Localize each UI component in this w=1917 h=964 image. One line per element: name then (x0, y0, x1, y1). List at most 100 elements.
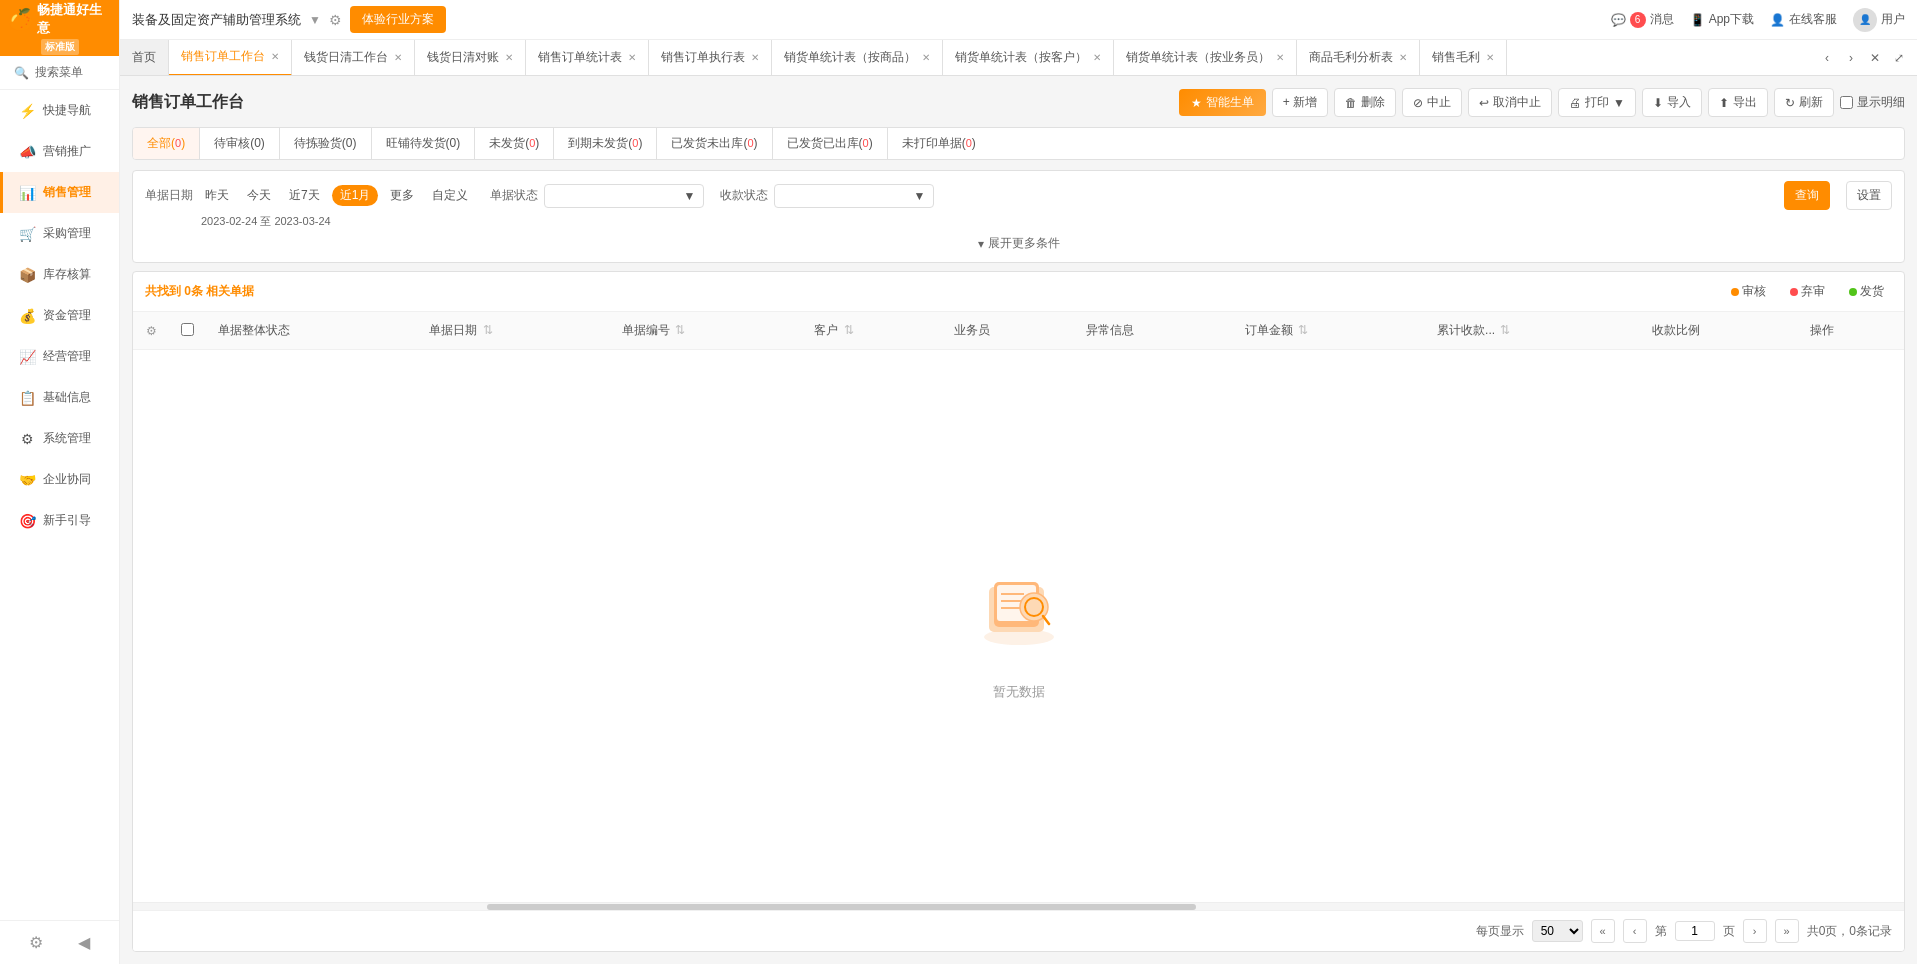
show-detail-checkbox[interactable] (1840, 96, 1853, 109)
col-employee[interactable]: 业务员 (942, 312, 1074, 350)
tab-cash-reconcile[interactable]: 钱货日清对账 ✕ (415, 40, 526, 76)
sidebar-item-system-mgmt[interactable]: ⚙ 系统管理 (0, 418, 119, 459)
sidebar-collapse-icon[interactable]: ◀ (78, 933, 90, 952)
sidebar-item-quick-nav[interactable]: ⚡ 快捷导航 (0, 90, 119, 131)
page-number-input[interactable]: 1 (1675, 921, 1715, 941)
tab-sales-order-exec[interactable]: 销售订单执行表 ✕ (649, 40, 772, 76)
tab-sales-profit[interactable]: 销售毛利 ✕ (1420, 40, 1507, 76)
tab-close-icon[interactable]: ✕ (1093, 52, 1101, 63)
print-button[interactable]: 🖨 打印 ▼ (1558, 88, 1636, 117)
export-button[interactable]: ⬆ 导出 (1708, 88, 1768, 117)
show-detail-toggle[interactable]: 显示明细 (1840, 94, 1905, 111)
tab-close-icon[interactable]: ✕ (1276, 52, 1284, 63)
sub-tab-shipped-not-out[interactable]: 已发货未出库(0) (657, 128, 772, 159)
scrollbar-thumb[interactable] (487, 904, 1195, 910)
sub-tab-not-printed[interactable]: 未打印单据(0) (888, 128, 990, 159)
system-dropdown-icon[interactable]: ▼ (309, 13, 321, 27)
date-btn-custom[interactable]: 自定义 (426, 185, 474, 206)
tab-close-all-button[interactable]: ✕ (1865, 48, 1885, 68)
query-button[interactable]: 查询 (1784, 181, 1830, 210)
tab-sales-order-exec-label: 销售订单执行表 (661, 49, 745, 66)
cancel-review-action[interactable]: 弃审 (1782, 280, 1833, 303)
stop-button[interactable]: ⊘ 中止 (1402, 88, 1462, 117)
tab-prev-button[interactable]: ‹ (1817, 48, 1837, 68)
date-btn-today[interactable]: 今天 (241, 185, 277, 206)
sidebar-item-newbie-guide[interactable]: 🎯 新手引导 (0, 500, 119, 541)
first-page-button[interactable]: « (1591, 919, 1615, 943)
cancel-stop-button[interactable]: ↩ 取消中止 (1468, 88, 1552, 117)
tab-sales-stat-employee[interactable]: 销货单统计表（按业务员） ✕ (1114, 40, 1297, 76)
app-download-button[interactable]: 📱 App下载 (1690, 11, 1754, 28)
sub-tab-shipped-out[interactable]: 已发货已出库(0) (773, 128, 888, 159)
online-service-button[interactable]: 👤 在线客服 (1770, 11, 1837, 28)
industry-solution-button[interactable]: 体验行业方案 (350, 6, 446, 33)
sidebar-item-inventory[interactable]: 📦 库存核算 (0, 254, 119, 295)
sidebar-item-enterprise-collab[interactable]: 🤝 企业协同 (0, 459, 119, 500)
tab-close-icon[interactable]: ✕ (628, 52, 636, 63)
horizontal-scrollbar[interactable] (133, 902, 1904, 910)
table-select-all[interactable] (169, 312, 206, 350)
per-page-select[interactable]: 50 100 200 (1532, 920, 1583, 942)
col-customer[interactable]: 客户 ⇅ (802, 312, 942, 350)
sidebar-item-operation-mgmt[interactable]: 📈 经营管理 (0, 336, 119, 377)
tab-maximize-button[interactable]: ⤢ (1889, 48, 1909, 68)
table-settings-icon[interactable]: ⚙ (133, 312, 169, 350)
sidebar-item-purchase-mgmt[interactable]: 🛒 采购管理 (0, 213, 119, 254)
date-btn-more[interactable]: 更多 (384, 185, 420, 206)
expand-filter-button[interactable]: ▾ 展开更多条件 (978, 235, 1060, 252)
col-collected[interactable]: 累计收款... ⇅ (1425, 312, 1639, 350)
prev-page-button[interactable]: ‹ (1623, 919, 1647, 943)
date-btn-yesterday[interactable]: 昨天 (199, 185, 235, 206)
settings-filter-button[interactable]: 设置 (1846, 181, 1892, 210)
tab-sales-order-stat[interactable]: 销售订单统计表 ✕ (526, 40, 649, 76)
next-page-button[interactable]: › (1743, 919, 1767, 943)
tab-close-icon[interactable]: ✕ (394, 52, 402, 63)
tab-sales-stat-customer[interactable]: 销货单统计表（按客户） ✕ (943, 40, 1114, 76)
smart-create-button[interactable]: ★ 智能生单 (1179, 89, 1266, 116)
tab-product-margin[interactable]: 商品毛利分析表 ✕ (1297, 40, 1420, 76)
sub-tab-pending-review[interactable]: 待审核(0) (200, 128, 280, 159)
sub-tab-not-shipped[interactable]: 未发货(0) (475, 128, 554, 159)
payment-filter-select[interactable]: ▼ (774, 184, 934, 208)
add-button[interactable]: + 新增 (1272, 88, 1328, 117)
tab-close-icon[interactable]: ✕ (1399, 52, 1407, 63)
import-button[interactable]: ⬇ 导入 (1642, 88, 1702, 117)
tab-close-icon[interactable]: ✕ (922, 52, 930, 63)
sub-tab-all[interactable]: 全部(0) (133, 128, 200, 159)
tab-sales-stat-product[interactable]: 销货单统计表（按商品） ✕ (772, 40, 943, 76)
col-number[interactable]: 单据编号 ⇅ (610, 312, 802, 350)
sidebar-item-finance[interactable]: 💰 资金管理 (0, 295, 119, 336)
tab-home[interactable]: 首页 (120, 40, 169, 76)
delete-button[interactable]: 🗑 删除 (1334, 88, 1396, 117)
topbar: 装备及固定资产辅助管理系统 ▼ ⚙ 体验行业方案 💬 6 消息 📱 App下载 … (120, 0, 1917, 40)
user-menu[interactable]: 👤 用户 (1853, 8, 1905, 32)
sidebar-item-basic-info[interactable]: 📋 基础信息 (0, 377, 119, 418)
tab-sales-order-workbench[interactable]: 销售订单工作台 ✕ (169, 40, 292, 76)
date-btn-7days[interactable]: 近7天 (283, 185, 326, 206)
sidebar-item-marketing[interactable]: 📣 营销推广 (0, 131, 119, 172)
online-service-label: 在线客服 (1789, 11, 1837, 28)
sub-tab-wangpu-pending[interactable]: 旺铺待发货(0) (372, 128, 476, 159)
refresh-button[interactable]: ↻ 刷新 (1774, 88, 1834, 117)
sub-tab-pending-inspect[interactable]: 待拣验货(0) (280, 128, 372, 159)
sub-tab-overdue-not-shipped[interactable]: 到期未发货(0) (554, 128, 657, 159)
tab-close-icon[interactable]: ✕ (1486, 52, 1494, 63)
tab-close-icon[interactable]: ✕ (505, 52, 513, 63)
status-filter-select[interactable]: ▼ (544, 184, 704, 208)
sidebar-search[interactable]: 🔍 搜索菜单 (0, 56, 119, 90)
settings-icon[interactable]: ⚙ (329, 12, 342, 28)
tab-cash-daily[interactable]: 钱货日清工作台 ✕ (292, 40, 415, 76)
sidebar-settings-icon[interactable]: ⚙ (29, 933, 43, 952)
tab-next-button[interactable]: › (1841, 48, 1861, 68)
last-page-button[interactable]: » (1775, 919, 1799, 943)
review-action[interactable]: 审核 (1723, 280, 1774, 303)
select-all-checkbox[interactable] (181, 323, 194, 336)
tab-close-icon[interactable]: ✕ (751, 52, 759, 63)
col-amount[interactable]: 订单金额 ⇅ (1233, 312, 1425, 350)
tab-close-icon[interactable]: ✕ (271, 51, 279, 62)
date-btn-1month[interactable]: 近1月 (332, 185, 379, 206)
ship-action[interactable]: 发货 (1841, 280, 1892, 303)
sidebar-item-sales-mgmt[interactable]: 📊 销售管理 (0, 172, 119, 213)
col-date[interactable]: 单据日期 ⇅ (417, 312, 609, 350)
message-button[interactable]: 💬 6 消息 (1611, 11, 1674, 28)
